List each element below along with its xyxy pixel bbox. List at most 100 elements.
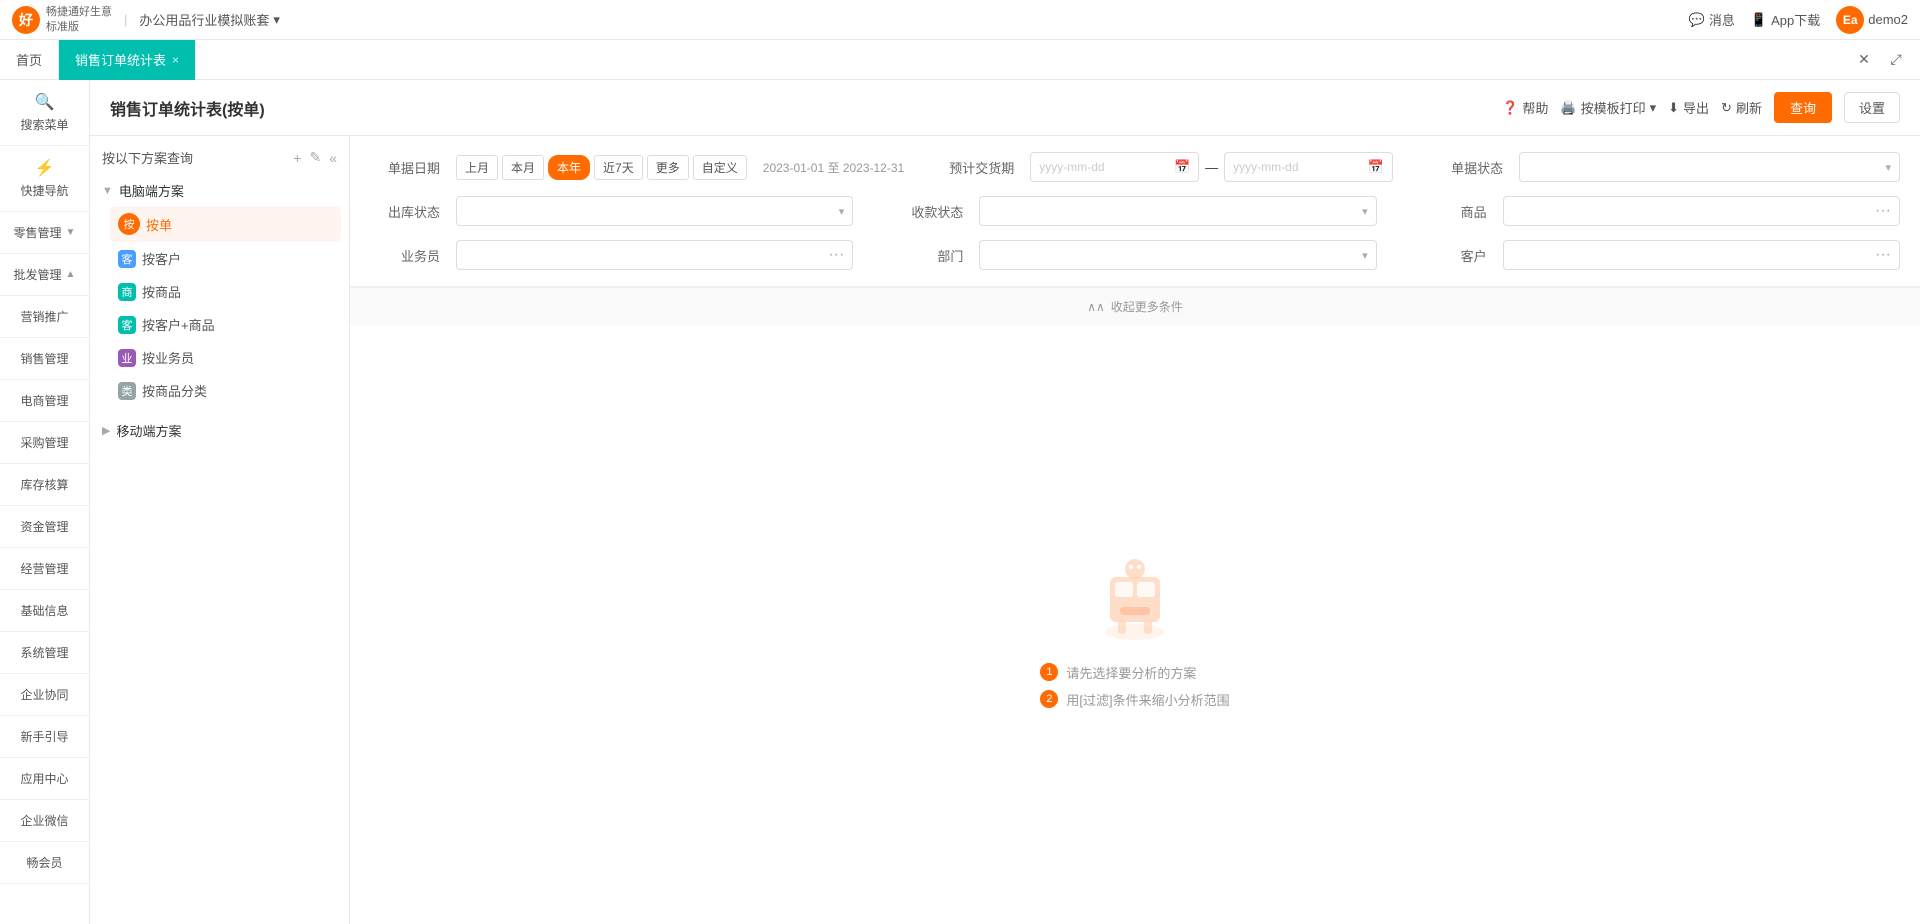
chevron-down-icon: ▼ [66, 227, 76, 238]
date-btn-more[interactable]: 更多 [647, 155, 689, 180]
main-layout: 🔍 搜索菜单 ⚡ 快捷导航 零售管理 ▼ 批发管理 ▲ 营销推广 销售管理 电商… [0, 80, 1920, 924]
tab-sales-statistics[interactable]: 销售订单统计表 × [59, 40, 196, 80]
tree-item-icon-category: 类 [118, 382, 136, 400]
goods-select[interactable]: ··· [1503, 196, 1900, 226]
sidebar-item-operations[interactable]: 经营管理 [0, 548, 89, 590]
empty-tip-1: 1 请先选择要分析的方案 [1040, 663, 1229, 682]
window-close-button[interactable]: ✕ [1852, 48, 1876, 72]
query-button[interactable]: 查询 [1774, 92, 1832, 123]
top-bar-right: 💬 消息 📱 App下载 Ea demo2 [1689, 6, 1908, 34]
date-btn-custom[interactable]: 自定义 [693, 155, 747, 180]
sidebar-item-newguide[interactable]: 新手引导 [0, 716, 89, 758]
date-start-input[interactable]: yyyy-mm-dd 📅 [1030, 152, 1199, 182]
inner-layout: 按以下方案查询 + ✎ « ▼ 电脑端方案 [90, 136, 1920, 924]
tab-bar-actions: ✕ ⤢ [1852, 48, 1920, 72]
collapse-bar[interactable]: ∧∧ 收起更多条件 [350, 287, 1920, 325]
date-btn-thismonth[interactable]: 本月 [502, 155, 544, 180]
sidebar-item-procurement[interactable]: 采购管理 [0, 422, 89, 464]
date-btn-7days[interactable]: 近7天 [594, 155, 643, 180]
calendar-start-icon: 📅 [1174, 159, 1190, 175]
sidebar-item-appcenter[interactable]: 应用中心 [0, 758, 89, 800]
export-button[interactable]: ⬇ 导出 [1668, 98, 1709, 117]
tree-item-by-staff[interactable]: 业 按业务员 [110, 341, 341, 374]
outbound-select-arrow-icon: ▾ [839, 205, 845, 218]
sidebar-item-ecommerce[interactable]: 电商管理 [0, 380, 89, 422]
expand-icon-mobile: ▶ [102, 424, 110, 437]
customer-select[interactable]: ··· [1503, 240, 1900, 270]
sidebar-item-member[interactable]: 畅会员 [0, 842, 89, 884]
tree-item-by-customer-product[interactable]: 客 按客户+商品 [110, 308, 341, 341]
refresh-button[interactable]: ↻ 刷新 [1721, 98, 1762, 117]
user-menu[interactable]: Ea demo2 [1836, 6, 1908, 34]
sidebar-item-wechat[interactable]: 企业微信 [0, 800, 89, 842]
sidebar-item-search[interactable]: 🔍 搜索菜单 [0, 80, 89, 146]
outbound-label: 出库状态 [370, 202, 440, 221]
calendar-end-icon: 📅 [1368, 159, 1384, 175]
right-panel: 单据日期 上月 本月 本年 近7天 更多 自定义 2023-01-01 至 20… [350, 136, 1920, 924]
status-select[interactable]: ▾ [1519, 152, 1900, 182]
date-label: 单据日期 [370, 158, 440, 177]
help-icon: ❓ [1502, 100, 1518, 116]
print-button[interactable]: 🖨️ 按模板打印 ▾ [1560, 98, 1656, 117]
left-panel-header: 按以下方案查询 + ✎ « [90, 148, 349, 175]
department-select[interactable]: ▾ [979, 240, 1376, 270]
top-bar: 好 畅捷通好生意 标准版 | 办公用品行业模拟账套 ▾ 💬 消息 📱 App下载… [0, 0, 1920, 40]
tree-item-icon-staff: 业 [118, 349, 136, 367]
message-icon: 💬 [1689, 12, 1705, 28]
left-panel-actions: + ✎ « [293, 149, 337, 166]
window-expand-button[interactable]: ⤢ [1884, 48, 1908, 72]
date-btn-thisyear[interactable]: 本年 [548, 155, 590, 180]
collapse-panel-button[interactable]: « [329, 150, 337, 166]
content-area: 销售订单统计表(按单) ❓ 帮助 🖨️ 按模板打印 ▾ ⬇ 导出 [90, 80, 1920, 924]
customer-label: 客户 [1417, 246, 1487, 265]
export-icon: ⬇ [1668, 100, 1679, 116]
sidebar-item-retail[interactable]: 零售管理 ▼ [0, 212, 89, 254]
tab-bar: 首页 销售订单统计表 × ✕ ⤢ [0, 40, 1920, 80]
print-dropdown-icon: ▾ [1650, 100, 1657, 116]
empty-tips: 1 请先选择要分析的方案 2 用[过滤]条件来缩小分析范围 [1040, 663, 1229, 709]
tab-close-icon[interactable]: × [172, 53, 179, 67]
date-end-input[interactable]: yyyy-mm-dd 📅 [1224, 152, 1393, 182]
collapse-icon: ∧∧ [1087, 300, 1105, 314]
sidebar-item-quicknav[interactable]: ⚡ 快捷导航 [0, 146, 89, 212]
app-download-icon: 📱 [1751, 12, 1767, 28]
staff-select[interactable]: ··· [456, 240, 853, 270]
left-panel: 按以下方案查询 + ✎ « ▼ 电脑端方案 [90, 136, 350, 924]
sidebar-item-sales[interactable]: 销售管理 [0, 338, 89, 380]
add-plan-button[interactable]: + [293, 150, 301, 166]
breadcrumb-dropdown[interactable]: 办公用品行业模拟账套 ▾ [139, 10, 280, 29]
edit-plan-button[interactable]: ✎ [309, 149, 321, 166]
tab-home[interactable]: 首页 [0, 40, 59, 80]
date-btn-lastmonth[interactable]: 上月 [456, 155, 498, 180]
app-download-button[interactable]: 📱 App下载 [1751, 10, 1820, 29]
payment-select[interactable]: ▾ [979, 196, 1376, 226]
sidebar-item-finance[interactable]: 资金管理 [0, 506, 89, 548]
date-btn-group: 上月 本月 本年 近7天 更多 自定义 [456, 155, 747, 180]
help-button[interactable]: ❓ 帮助 [1502, 98, 1548, 117]
staff-more-icon[interactable]: ··· [828, 246, 844, 264]
sidebar-item-system[interactable]: 系统管理 [0, 632, 89, 674]
sidebar-item-cooperation[interactable]: 企业协同 [0, 674, 89, 716]
outbound-select[interactable]: ▾ [456, 196, 853, 226]
sidebar-item-basic[interactable]: 基础信息 [0, 590, 89, 632]
sidebar-item-inventory[interactable]: 库存核算 [0, 464, 89, 506]
status-select-arrow-icon: ▾ [1885, 161, 1891, 174]
payment-label: 收款状态 [893, 202, 963, 221]
goods-more-icon[interactable]: ··· [1875, 202, 1891, 220]
logo-text: 畅捷通好生意 标准版 [46, 5, 112, 34]
tree-item-by-product[interactable]: 商 按商品 [110, 275, 341, 308]
tree-group-mobile-label[interactable]: ▶ 移动端方案 [98, 415, 341, 446]
settings-button[interactable]: 设置 [1844, 92, 1900, 123]
sidebar-item-wholesale[interactable]: 批发管理 ▲ [0, 254, 89, 296]
customer-more-icon[interactable]: ··· [1875, 246, 1891, 264]
message-button[interactable]: 💬 消息 [1689, 10, 1735, 29]
staff-label: 业务员 [370, 246, 440, 265]
tree-group-desktop-label[interactable]: ▼ 电脑端方案 [98, 175, 341, 206]
tree-item-by-category[interactable]: 类 按商品分类 [110, 374, 341, 407]
tree-item-by-customer[interactable]: 客 按客户 [110, 242, 341, 275]
tree-item-by-order[interactable]: 按 按单 [110, 206, 341, 242]
sidebar-item-marketing[interactable]: 营销推广 [0, 296, 89, 338]
department-label: 部门 [893, 246, 963, 265]
empty-tip-2: 2 用[过滤]条件来缩小分析范围 [1040, 690, 1229, 709]
goods-label: 商品 [1417, 202, 1487, 221]
